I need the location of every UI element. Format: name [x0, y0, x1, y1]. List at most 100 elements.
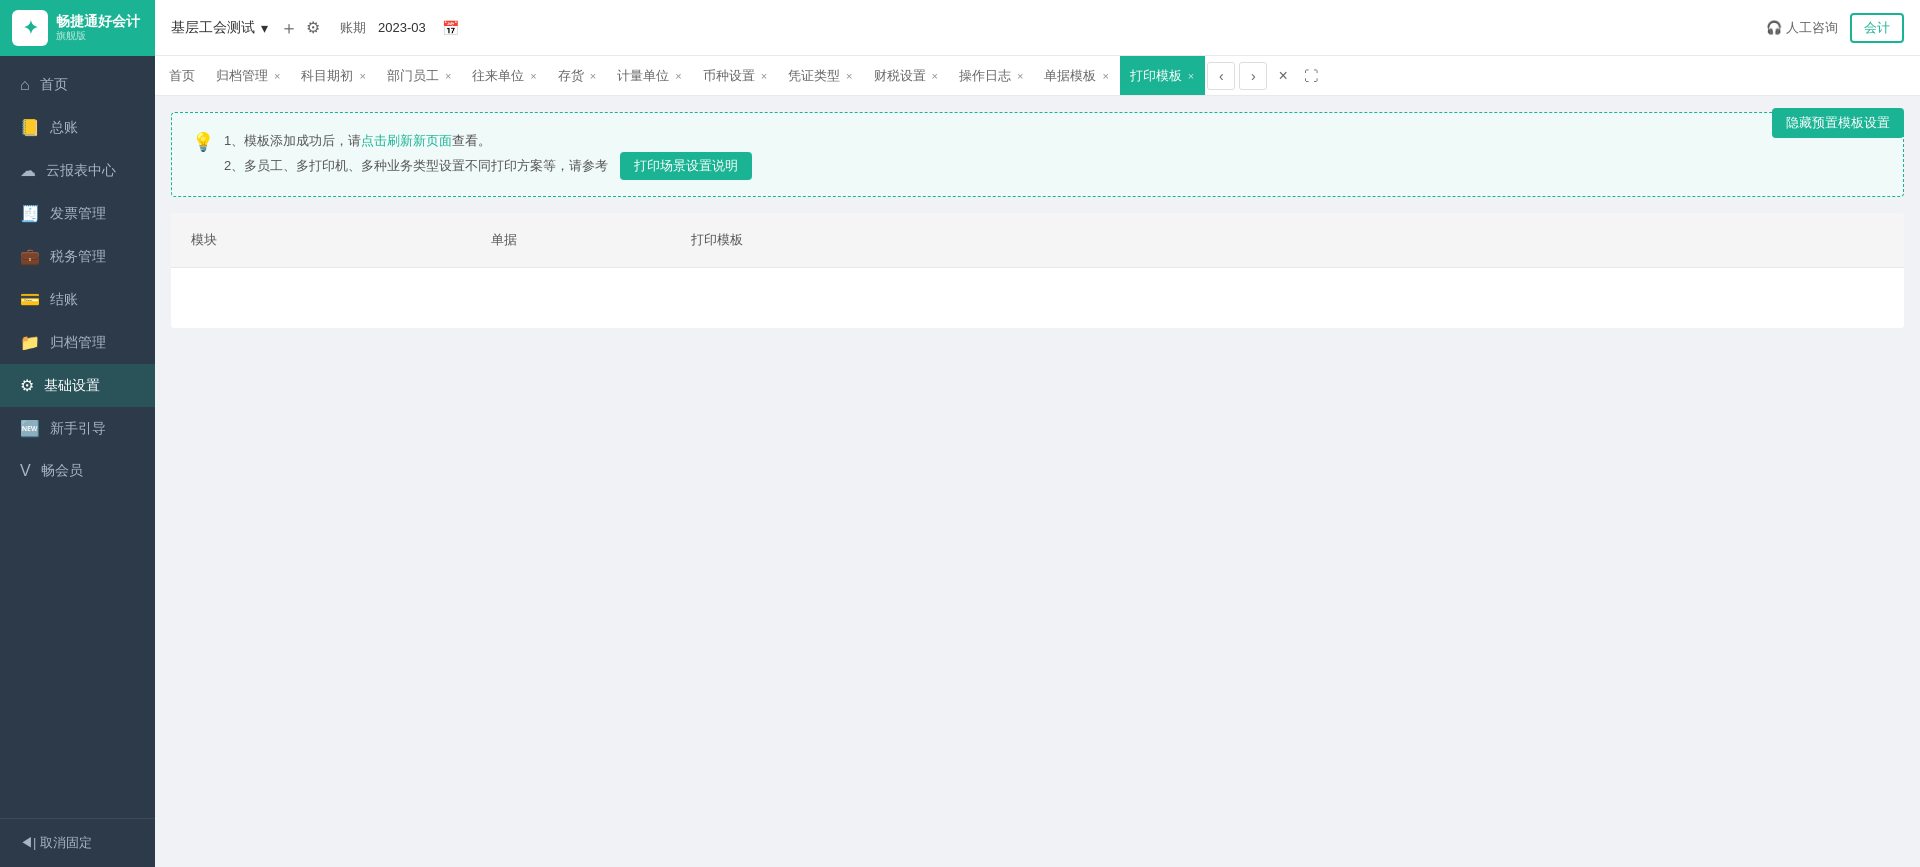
sidebar-label-vip: 畅会员: [41, 462, 83, 480]
hide-preview-button[interactable]: 隐藏预置模板设置: [1772, 108, 1904, 138]
tab-label-unit: 计量单位: [617, 67, 669, 85]
sidebar-nav: ⌂首页📒总账 ☁ 云报表中心 🧾 发票管理 💼 税务管理 💳 结账 📁 归档管理 ⚙ 基础设置 🆕 新手引导…: [0, 56, 155, 818]
tab-close-unit[interactable]: ×: [675, 70, 681, 82]
sidebar-label-invoice: 发票管理: [50, 205, 106, 223]
sidebar-item-home[interactable]: ⌂首页: [0, 64, 155, 106]
header-actions: ＋ ⚙: [280, 16, 320, 40]
logo-icon: ✦: [12, 10, 48, 46]
tab-dept[interactable]: 部门员工×: [377, 56, 462, 96]
tab-close-subject[interactable]: ×: [359, 70, 365, 82]
sidebar-label-tax: 税务管理: [50, 248, 106, 266]
period-value: 2023-03: [378, 20, 426, 35]
tab-label-bill_template: 单据模板: [1044, 67, 1096, 85]
tab-label-vendor: 往来单位: [472, 67, 524, 85]
sidebar-label-reports: 云报表中心: [46, 162, 116, 180]
tab-close-voucher_type[interactable]: ×: [846, 70, 852, 82]
customer-service-label: 人工咨询: [1786, 19, 1838, 37]
tab-label-tax_settings: 财税设置: [874, 67, 926, 85]
tab-print_template[interactable]: 打印模板 ×: [1120, 56, 1205, 96]
info-line1-prefix: 1、模板添加成功后，请: [224, 133, 361, 148]
accounting-button[interactable]: 会计: [1850, 13, 1904, 43]
sidebar-item-settings[interactable]: ⚙ 基础设置: [0, 364, 155, 407]
dropdown-icon: ▾: [261, 20, 268, 36]
tab-close-operation_log[interactable]: ×: [1017, 70, 1023, 82]
tab-nav-right[interactable]: ›: [1239, 62, 1267, 90]
tab-subject[interactable]: 科目期初 ×: [291, 56, 376, 96]
logo-name: 畅捷通好会计: [56, 13, 140, 30]
tab-home[interactable]: 首页: [159, 56, 206, 96]
refresh-link[interactable]: 点击刷新新页面: [361, 133, 452, 148]
tax-icon: 💼: [20, 247, 40, 266]
tab-label-operation_log: 操作日志: [959, 67, 1011, 85]
add-tab-button[interactable]: ＋: [280, 16, 298, 40]
sidebar-item-ledger[interactable]: 📒总账: [0, 106, 155, 149]
sidebar-label-archive: 归档管理: [50, 334, 106, 352]
reports-icon: ☁: [20, 161, 36, 180]
tab-currency[interactable]: 币种设置×: [693, 56, 778, 96]
tab-label-inventory: 存货: [558, 67, 584, 85]
headset-icon: 🎧: [1766, 20, 1782, 35]
company-selector[interactable]: 基层工会测试 ▾: [171, 19, 268, 37]
header: 基层工会测试 ▾ ＋ ⚙ 账期 2023-03 📅 🎧 人工咨询 会计: [155, 0, 1920, 56]
main-area: 基层工会测试 ▾ ＋ ⚙ 账期 2023-03 📅 🎧 人工咨询 会计 首页归档…: [155, 0, 1920, 867]
header-right: 🎧 人工咨询 会计: [1766, 13, 1904, 43]
info-line1-suffix: 查看。: [452, 133, 491, 148]
table-header: 模块 单据 打印模板: [171, 213, 1904, 268]
sidebar-item-tax[interactable]: 💼 税务管理: [0, 235, 155, 278]
sidebar-label-checkout: 结账: [50, 291, 78, 309]
tab-archive[interactable]: 归档管理 ×: [206, 56, 291, 96]
sidebar-item-vip[interactable]: V畅会员: [0, 450, 155, 492]
checkout-icon: 💳: [20, 290, 40, 309]
tab-label-print_template: 打印模板: [1130, 67, 1182, 85]
sidebar-item-reports[interactable]: ☁ 云报表中心: [0, 149, 155, 192]
sidebar-item-invoice[interactable]: 🧾 发票管理: [0, 192, 155, 235]
logo-sub: 旗舰版: [56, 29, 140, 43]
tab-close-archive[interactable]: ×: [274, 70, 280, 82]
archive-icon: 📁: [20, 333, 40, 352]
home-icon: ⌂: [20, 76, 30, 94]
sidebar: ✦ 畅捷通好会计 旗舰版 ⌂首页📒总账 ☁ 云报表中心 🧾 发票管理 💼 税务管理 💳 结账 📁 归…: [0, 0, 155, 867]
tab-close-bill_template[interactable]: ×: [1102, 70, 1108, 82]
tab-close-vendor[interactable]: ×: [530, 70, 536, 82]
tab-label-home: 首页: [169, 67, 195, 85]
content-area: 隐藏预置模板设置 💡 1、模板添加成功后，请点击刷新新页面查看。 2、多员工、多…: [155, 96, 1920, 867]
tab-inventory[interactable]: 存货 ×: [548, 56, 607, 96]
sidebar-item-archive[interactable]: 📁 归档管理: [0, 321, 155, 364]
tab-close-all-button[interactable]: ×: [1269, 62, 1297, 90]
customer-service-button[interactable]: 🎧 人工咨询: [1766, 19, 1838, 37]
tab-label-voucher_type: 凭证类型: [788, 67, 840, 85]
lightbulb-icon: 💡: [192, 131, 214, 153]
tab-close-currency[interactable]: ×: [761, 70, 767, 82]
settings-icon[interactable]: ⚙: [306, 18, 320, 37]
sidebar-item-guide[interactable]: 🆕 新手引导: [0, 407, 155, 450]
info-line-2: 2、多员工、多打印机、多种业务类型设置不同打印方案等，请参考 打印场景设置说明: [224, 152, 1883, 180]
tab-close-inventory[interactable]: ×: [590, 70, 596, 82]
tab-vendor[interactable]: 往来单位 ×: [462, 56, 547, 96]
tab-operation_log[interactable]: 操作日志 ×: [949, 56, 1034, 96]
sidebar-label-guide: 新手引导: [50, 420, 106, 438]
tab-bill_template[interactable]: 单据模板 ×: [1034, 56, 1119, 96]
tab-bar: 首页归档管理×科目期初×部门员工×往来单位×存货×计量单位×币种设置×凭证类型×…: [155, 56, 1920, 96]
tab-close-dept[interactable]: ×: [445, 70, 451, 82]
col-template-header: 打印模板: [671, 223, 1904, 257]
settings-icon: ⚙: [20, 376, 34, 395]
tab-label-subject: 科目期初: [301, 67, 353, 85]
explain-button[interactable]: 打印场景设置说明: [620, 152, 752, 180]
table-body: [171, 268, 1904, 328]
sidebar-label-settings: 基础设置: [44, 377, 100, 395]
company-name: 基层工会测试: [171, 19, 255, 37]
guide-icon: 🆕: [20, 419, 40, 438]
sidebar-unpin[interactable]: ◀| 取消固定: [0, 818, 155, 867]
sidebar-logo: ✦ 畅捷通好会计 旗舰版: [0, 0, 155, 56]
tab-tax_settings[interactable]: 财税设置 ×: [864, 56, 949, 96]
tab-close-tax_settings[interactable]: ×: [932, 70, 938, 82]
calendar-icon[interactable]: 📅: [442, 20, 459, 36]
tab-voucher_type[interactable]: 凭证类型 ×: [778, 56, 863, 96]
tab-close-print_template[interactable]: ×: [1188, 70, 1194, 82]
tab-expand-button[interactable]: ⛶: [1297, 62, 1325, 90]
invoice-icon: 🧾: [20, 204, 40, 223]
sidebar-item-checkout[interactable]: 💳 结账: [0, 278, 155, 321]
tab-label-archive: 归档管理: [216, 67, 268, 85]
tab-unit[interactable]: 计量单位 ×: [607, 56, 692, 96]
tab-nav-left[interactable]: ‹: [1207, 62, 1235, 90]
